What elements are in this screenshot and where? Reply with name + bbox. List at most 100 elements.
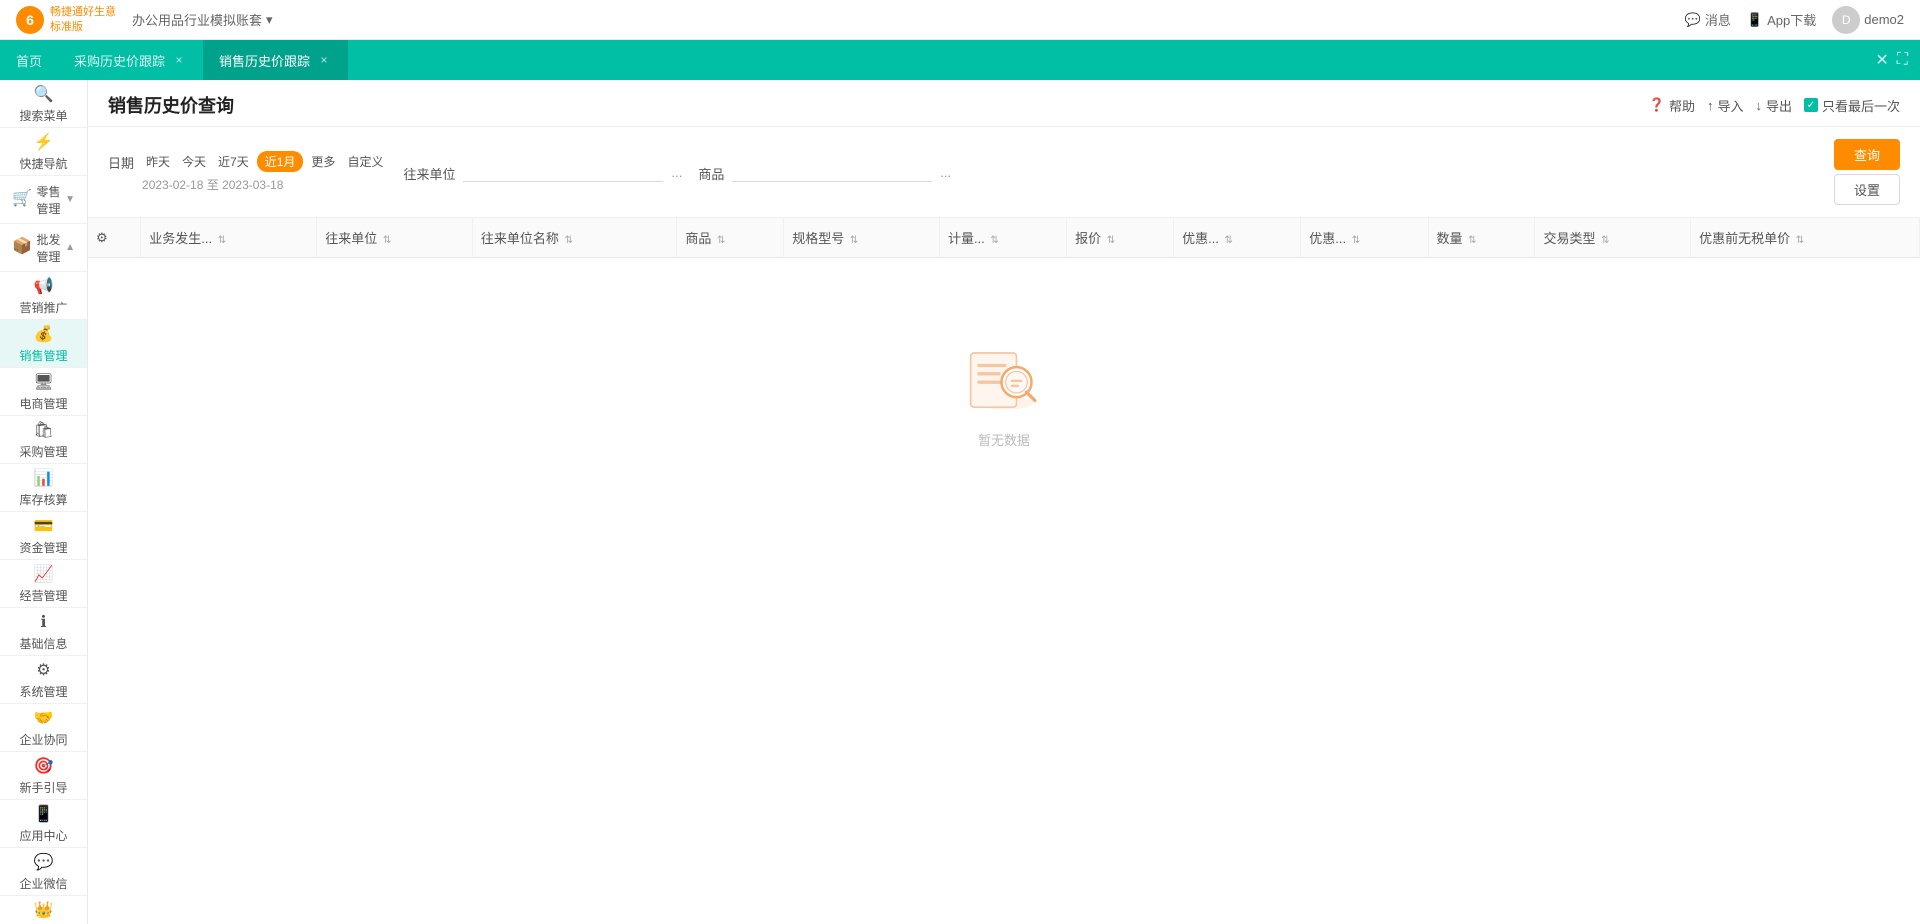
col-partner-code[interactable]: 往来单位 ⇅ — [317, 218, 473, 258]
expand-window-icon[interactable]: ⛶ — [1897, 51, 1908, 69]
sidebar-item-enterprise-wechat-label: 企业微信 — [19, 875, 67, 892]
sidebar-item-member[interactable]: 👑 畅会员 — [0, 896, 87, 924]
date-btn-7days[interactable]: 近7天 — [214, 151, 253, 172]
date-btn-1month[interactable]: 近1月 — [257, 151, 304, 172]
date-btn-more[interactable]: 更多 — [307, 151, 339, 172]
page-actions: ❓ 帮助 ↑ 导入 ↓ 导出 ✓ 只看最后一次 — [1649, 96, 1900, 115]
col-quantity-label: 数量 — [1437, 231, 1463, 246]
col-unit-label: 计量... — [948, 231, 985, 246]
help-icon: ❓ — [1649, 97, 1665, 113]
date-shortcuts: 昨天 今天 近7天 近1月 更多 自定义 — [142, 151, 387, 172]
sidebar-item-operations[interactable]: 📈 经营管理 — [0, 560, 87, 608]
page-title: 销售历史价查询 — [108, 92, 234, 118]
sort-icon-pre-tax-price: ⇅ — [1796, 235, 1804, 246]
sidebar-item-enterprise-collab[interactable]: 🤝 企业协同 — [0, 704, 87, 752]
app-download-button[interactable]: 📱 App下载 — [1747, 10, 1816, 29]
sidebar-item-purchase-label: 采购管理 — [19, 443, 67, 460]
tab-bar: 首页 采购历史价跟踪 × 销售历史价跟踪 × ✕ ⛶ — [0, 40, 1920, 80]
tab-purchase-history-close[interactable]: × — [171, 52, 187, 68]
data-table: ⚙ 业务发生... ⇅ 往来单位 ⇅ 往来单位名称 ⇅ — [88, 218, 1920, 258]
sidebar-item-wholesale[interactable]: 📦 批发管理 ▲ — [0, 224, 87, 272]
import-button[interactable]: ↑ 导入 — [1707, 96, 1744, 115]
sidebar-item-marketing[interactable]: 📢 营销推广 — [0, 272, 87, 320]
col-quote[interactable]: 报价 ⇅ — [1067, 218, 1174, 258]
date-btn-today[interactable]: 今天 — [178, 151, 210, 172]
partner-input[interactable] — [463, 162, 663, 182]
tab-home[interactable]: 首页 — [0, 40, 58, 80]
app-center-icon: 📱 — [34, 804, 54, 824]
date-btn-custom[interactable]: 自定义 — [343, 151, 387, 172]
col-unit[interactable]: 计量... ⇅ — [939, 218, 1066, 258]
col-partner-name[interactable]: 往来单位名称 ⇅ — [472, 218, 676, 258]
sidebar-item-retail[interactable]: 🛒 零售管理 ▼ — [0, 176, 87, 224]
tab-home-label: 首页 — [16, 51, 42, 70]
sidebar-item-app-center[interactable]: 📱 应用中心 — [0, 800, 87, 848]
export-icon: ↓ — [1755, 98, 1762, 113]
table-settings-icon: ⚙ — [96, 230, 108, 245]
tab-sales-history-close[interactable]: × — [316, 52, 332, 68]
page-header: 销售历史价查询 ❓ 帮助 ↑ 导入 ↓ 导出 ✓ 只看最后一次 — [88, 80, 1920, 127]
sidebar-item-sales[interactable]: 💰 销售管理 — [0, 320, 87, 368]
col-discount2[interactable]: 优惠... ⇅ — [1301, 218, 1428, 258]
settings-button[interactable]: 设置 — [1834, 174, 1900, 205]
sidebar-item-purchase[interactable]: 🛍 采购管理 — [0, 416, 87, 464]
sort-icon-discount2: ⇅ — [1352, 235, 1360, 246]
sort-icon-quote: ⇅ — [1107, 235, 1115, 246]
main-layout: 🔍 搜索菜单 ⚡ 快捷导航 🛒 零售管理 ▼ 📦 批发管理 ▲ 📢 营销推广 💰… — [0, 80, 1920, 924]
logo-icon: 6 — [16, 6, 44, 34]
only-last-checkbox[interactable]: ✓ — [1804, 98, 1818, 112]
download-icon: 📱 — [1747, 12, 1763, 28]
date-btn-yesterday[interactable]: 昨天 — [142, 151, 174, 172]
col-goods-label: 商品 — [685, 231, 711, 246]
empty-state-icon — [954, 338, 1054, 418]
table-container: ⚙ 业务发生... ⇅ 往来单位 ⇅ 往来单位名称 ⇅ — [88, 218, 1920, 924]
avatar: D — [1832, 6, 1860, 34]
partner-dots[interactable]: ... — [671, 165, 682, 180]
sidebar-item-finance-label: 资金管理 — [19, 539, 67, 556]
sidebar-item-ecommerce[interactable]: 🖥 电商管理 — [0, 368, 87, 416]
col-goods[interactable]: 商品 ⇅ — [677, 218, 784, 258]
sidebar-item-new-guide[interactable]: 🎯 新手引导 — [0, 752, 87, 800]
col-quantity[interactable]: 数量 ⇅ — [1428, 218, 1535, 258]
sidebar-item-operations-label: 经营管理 — [19, 587, 67, 604]
logo-text: 畅捷通好生意 标准版 — [50, 5, 116, 34]
col-discount1[interactable]: 优惠... ⇅ — [1174, 218, 1301, 258]
sidebar-item-inventory[interactable]: 📊 库存核算 — [0, 464, 87, 512]
goods-dots[interactable]: ... — [940, 165, 951, 180]
sort-icon-partner-name: ⇅ — [565, 235, 573, 246]
retail-icon: 🛒 — [12, 188, 32, 208]
goods-input[interactable] — [732, 162, 932, 182]
sort-icon-goods: ⇅ — [717, 235, 725, 246]
sort-icon-quantity: ⇅ — [1468, 235, 1476, 246]
col-trade-type[interactable]: 交易类型 ⇅ — [1535, 218, 1691, 258]
sidebar-item-sales-label: 销售管理 — [19, 347, 67, 364]
user-profile[interactable]: D demo2 — [1832, 6, 1904, 34]
sort-icon-discount1: ⇅ — [1225, 235, 1233, 246]
col-settings[interactable]: ⚙ — [88, 218, 141, 258]
chevron-down-icon: ▾ — [266, 12, 273, 28]
sidebar-item-quick-nav[interactable]: ⚡ 快捷导航 — [0, 128, 87, 176]
sort-icon-spec: ⇅ — [850, 235, 858, 246]
sidebar-item-system[interactable]: ⚙ 系统管理 — [0, 656, 87, 704]
tab-sales-history[interactable]: 销售历史价跟踪 × — [203, 40, 348, 80]
col-biz-date[interactable]: 业务发生... ⇅ — [141, 218, 317, 258]
sidebar-item-enterprise-wechat[interactable]: 💬 企业微信 — [0, 848, 87, 896]
only-last-checkbox-label[interactable]: ✓ 只看最后一次 — [1804, 96, 1900, 115]
message-button[interactable]: 💬 消息 — [1685, 10, 1731, 29]
col-spec[interactable]: 规格型号 ⇅ — [784, 218, 940, 258]
col-pre-tax-price[interactable]: 优惠前无税单价 ⇅ — [1691, 218, 1920, 258]
export-button[interactable]: ↓ 导出 — [1755, 96, 1792, 115]
sidebar-item-search-menu[interactable]: 🔍 搜索菜单 — [0, 80, 87, 128]
sidebar-item-basic-info[interactable]: ℹ 基础信息 — [0, 608, 87, 656]
app-selector[interactable]: 办公用品行业模拟账套 ▾ — [124, 6, 281, 33]
wholesale-icon: 📦 — [12, 236, 32, 256]
tab-purchase-history[interactable]: 采购历史价跟踪 × — [58, 40, 203, 80]
goods-filter-group: 商品 ... — [698, 162, 951, 183]
sidebar-item-retail-label: 零售管理 — [32, 183, 65, 217]
ecommerce-icon: 🖥 — [33, 372, 53, 392]
sidebar-item-finance[interactable]: 💳 资金管理 — [0, 512, 87, 560]
help-button[interactable]: ❓ 帮助 — [1649, 96, 1695, 115]
query-button[interactable]: 查询 — [1834, 139, 1900, 170]
close-window-icon[interactable]: ✕ — [1875, 50, 1888, 70]
sidebar-item-marketing-label: 营销推广 — [19, 299, 67, 316]
